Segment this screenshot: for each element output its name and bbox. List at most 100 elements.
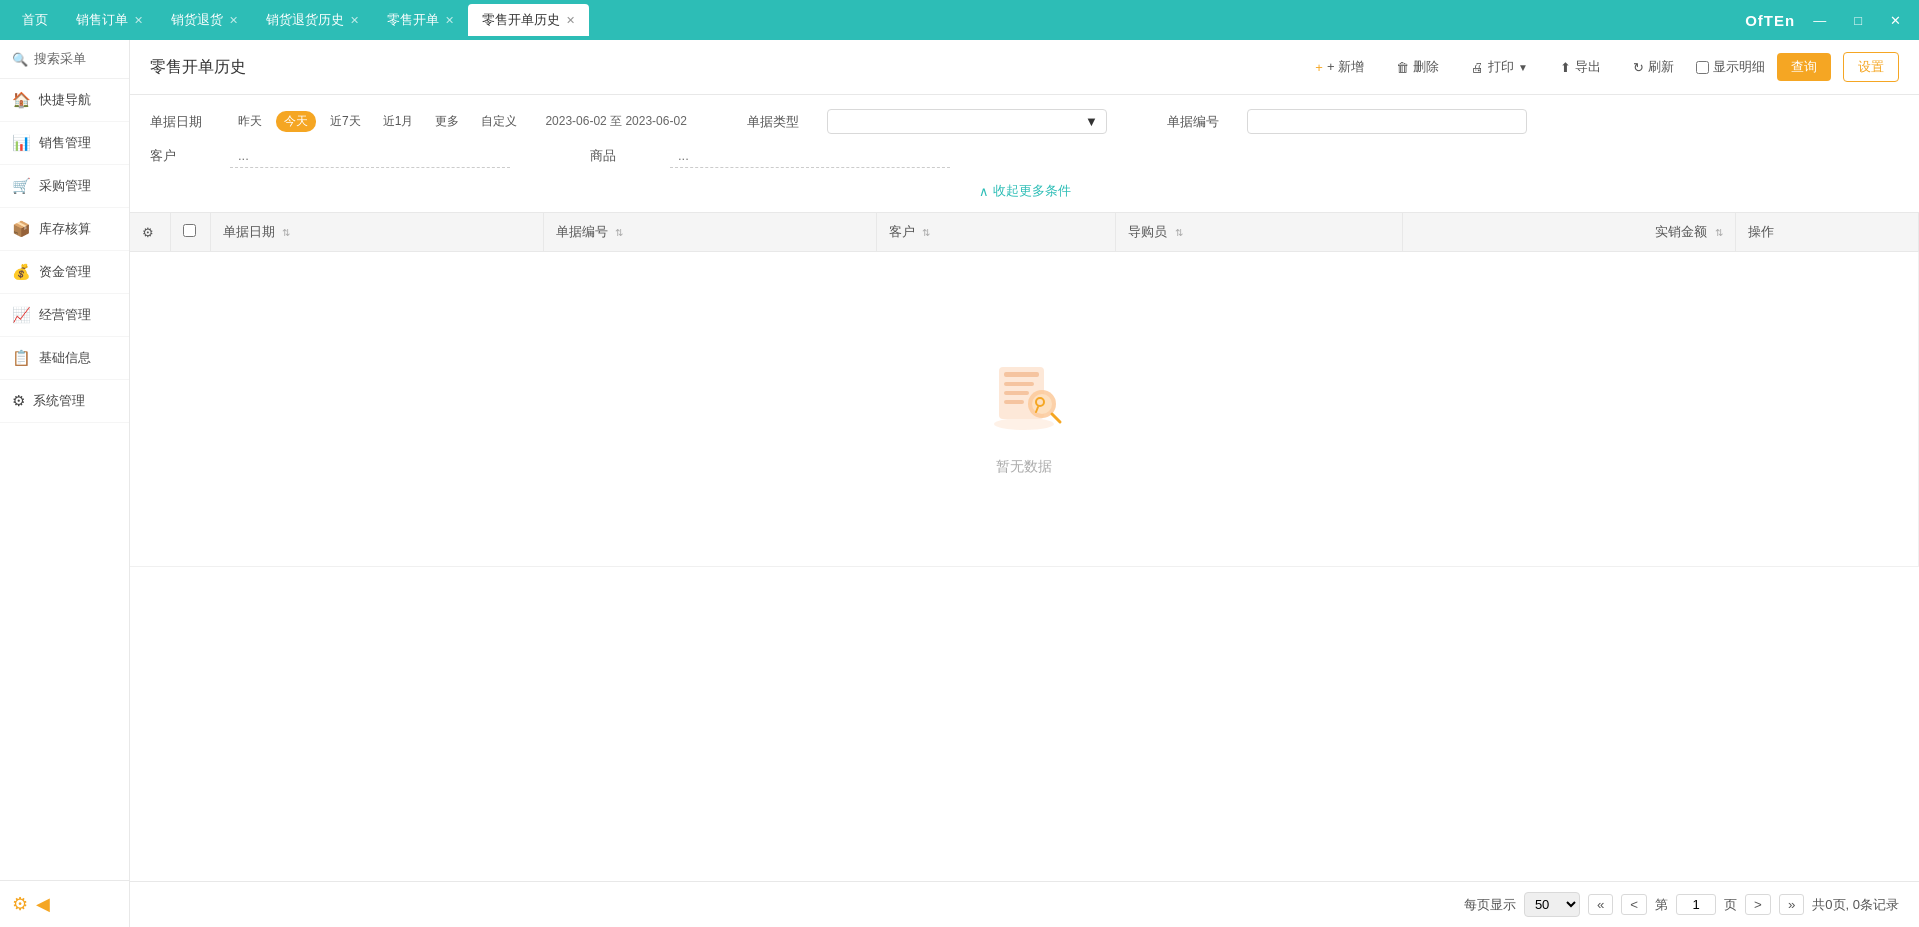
window-controls: OfTEn — □ ✕ bbox=[1745, 9, 1911, 32]
show-detail-checkbox-label: 显示明细 bbox=[1696, 58, 1765, 76]
page-input[interactable] bbox=[1676, 894, 1716, 915]
close-icon[interactable]: ✕ bbox=[445, 14, 454, 27]
maximize-button[interactable]: □ bbox=[1844, 9, 1872, 32]
th-customer-label: 客户 bbox=[889, 224, 915, 239]
sort-icon[interactable]: ⇅ bbox=[282, 227, 290, 238]
add-button-label: + 新增 bbox=[1327, 58, 1364, 76]
empty-state-cell: 暂无数据 bbox=[130, 252, 1919, 567]
svg-rect-2 bbox=[1004, 372, 1039, 377]
date-1month-btn[interactable]: 近1月 bbox=[375, 111, 422, 132]
basicinfo-icon: 📋 bbox=[12, 349, 31, 367]
show-detail-checkbox[interactable] bbox=[1696, 61, 1709, 74]
date-more-btn[interactable]: 更多 bbox=[427, 111, 467, 132]
print-icon: 🖨 bbox=[1471, 60, 1484, 75]
last-page-button[interactable]: » bbox=[1779, 894, 1804, 915]
customer-filter-input[interactable] bbox=[230, 144, 510, 168]
sidebar-search[interactable]: 🔍 搜索采单 bbox=[0, 40, 129, 79]
close-icon[interactable]: ✕ bbox=[229, 14, 238, 27]
page-size-select[interactable]: 10 20 50 100 bbox=[1524, 892, 1580, 917]
tab-sales-return[interactable]: 销货退货 ✕ bbox=[157, 4, 252, 36]
tab-retail-order[interactable]: 零售开单 ✕ bbox=[373, 4, 468, 36]
query-button[interactable]: 查询 bbox=[1777, 53, 1831, 81]
sidebar-item-sales[interactable]: 📊 销售管理 bbox=[0, 122, 129, 165]
close-icon[interactable]: ✕ bbox=[134, 14, 143, 27]
tab-retail-order-label: 零售开单 bbox=[387, 11, 439, 29]
tab-bar: 首页 销售订单 ✕ 销货退货 ✕ 销货退货历史 ✕ 零售开单 ✕ 零售开单历史 … bbox=[0, 0, 1919, 40]
tab-sales-return-label: 销货退货 bbox=[171, 11, 223, 29]
th-actions-label: 操作 bbox=[1748, 224, 1774, 239]
th-number-label: 单据编号 bbox=[556, 224, 608, 239]
type-filter-label: 单据类型 bbox=[747, 113, 807, 131]
goods-filter-input[interactable] bbox=[670, 144, 950, 168]
close-window-button[interactable]: ✕ bbox=[1880, 9, 1911, 32]
th-date-label: 单据日期 bbox=[223, 224, 275, 239]
settings-icon[interactable]: ⚙ bbox=[12, 893, 28, 915]
sidebar-item-label: 资金管理 bbox=[39, 263, 91, 281]
refresh-button[interactable]: ↻ 刷新 bbox=[1623, 54, 1684, 80]
refresh-icon: ↻ bbox=[1633, 60, 1644, 75]
page-goto-label: 第 bbox=[1655, 896, 1668, 914]
print-button[interactable]: 🖨 打印 ▼ bbox=[1461, 54, 1538, 80]
print-button-label: 打印 bbox=[1488, 58, 1514, 76]
collapse-sidebar-icon[interactable]: ◀ bbox=[36, 893, 50, 915]
collapse-filter-btn[interactable]: ∧ 收起更多条件 bbox=[150, 178, 1899, 204]
number-filter-input[interactable] bbox=[1247, 109, 1527, 134]
add-icon: + bbox=[1315, 60, 1323, 75]
sidebar-item-label: 基础信息 bbox=[39, 349, 91, 367]
select-all-checkbox[interactable] bbox=[183, 224, 196, 237]
svg-rect-5 bbox=[1004, 400, 1024, 404]
sort-icon[interactable]: ⇅ bbox=[615, 227, 623, 238]
tab-sales-order[interactable]: 销售订单 ✕ bbox=[62, 4, 157, 36]
delete-button[interactable]: 🗑 删除 bbox=[1386, 54, 1449, 80]
export-button[interactable]: ⬆ 导出 bbox=[1550, 54, 1611, 80]
sidebar-item-purchase[interactable]: 🛒 采购管理 bbox=[0, 165, 129, 208]
tab-homepage[interactable]: 首页 bbox=[8, 4, 62, 36]
th-date: 单据日期 ⇅ bbox=[210, 213, 543, 252]
sidebar-item-system[interactable]: ⚙ 系统管理 bbox=[0, 380, 129, 423]
sidebar-item-operations[interactable]: 📈 经营管理 bbox=[0, 294, 129, 337]
add-button[interactable]: + + 新增 bbox=[1305, 54, 1374, 80]
date-range-text: 2023-06-02 至 2023-06-02 bbox=[545, 113, 686, 130]
date-yesterday-btn[interactable]: 昨天 bbox=[230, 111, 270, 132]
prev-page-button[interactable]: < bbox=[1621, 894, 1647, 915]
operations-icon: 📈 bbox=[12, 306, 31, 324]
settings-button[interactable]: 设置 bbox=[1843, 52, 1899, 82]
sidebar-item-label: 采购管理 bbox=[39, 177, 91, 195]
home-icon: 🏠 bbox=[12, 91, 31, 109]
sidebar-item-label: 库存核算 bbox=[39, 220, 91, 238]
sidebar-item-label: 快捷导航 bbox=[39, 91, 91, 109]
sidebar: 🔍 搜索采单 🏠 快捷导航 📊 销售管理 🛒 采购管理 📦 库存核算 💰 资金管… bbox=[0, 40, 130, 927]
content-area: 零售开单历史 + + 新增 🗑 删除 🖨 打印 ▼ ⬆ 导出 bbox=[130, 40, 1919, 927]
close-icon[interactable]: ✕ bbox=[566, 14, 575, 27]
sort-icon[interactable]: ⇅ bbox=[1175, 227, 1183, 238]
close-icon[interactable]: ✕ bbox=[350, 14, 359, 27]
table-container: ⚙ 单据日期 ⇅ 单据编号 ⇅ bbox=[130, 213, 1919, 881]
svg-line-8 bbox=[1052, 414, 1060, 422]
sidebar-item-finance[interactable]: 💰 资金管理 bbox=[0, 251, 129, 294]
date-custom-btn[interactable]: 自定义 bbox=[473, 111, 525, 132]
chevron-down-icon: ▼ bbox=[1085, 114, 1098, 129]
minimize-button[interactable]: — bbox=[1803, 9, 1836, 32]
date-7days-btn[interactable]: 近7天 bbox=[322, 111, 369, 132]
date-today-btn[interactable]: 今天 bbox=[276, 111, 316, 132]
settings-icon[interactable]: ⚙ bbox=[142, 225, 154, 240]
filter-row-1: 单据日期 昨天 今天 近7天 近1月 更多 自定义 2023-06-02 至 2… bbox=[150, 109, 1899, 134]
th-guide-label: 导购员 bbox=[1128, 224, 1167, 239]
next-page-button[interactable]: > bbox=[1745, 894, 1771, 915]
sort-icon[interactable]: ⇅ bbox=[922, 227, 930, 238]
first-page-button[interactable]: « bbox=[1588, 894, 1613, 915]
table-body: 暂无数据 bbox=[130, 252, 1919, 567]
brand-label: OfTEn bbox=[1745, 12, 1795, 29]
show-detail-label: 显示明细 bbox=[1713, 58, 1765, 76]
sort-icon[interactable]: ⇅ bbox=[1715, 227, 1723, 238]
tab-sales-return-history[interactable]: 销货退货历史 ✕ bbox=[252, 4, 373, 36]
sidebar-item-basic-info[interactable]: 📋 基础信息 bbox=[0, 337, 129, 380]
type-filter-select[interactable]: ▼ bbox=[827, 109, 1107, 134]
sidebar-item-quick-nav[interactable]: 🏠 快捷导航 bbox=[0, 79, 129, 122]
total-info: 共0页, 0条记录 bbox=[1812, 896, 1899, 914]
sidebar-item-inventory[interactable]: 📦 库存核算 bbox=[0, 208, 129, 251]
sales-icon: 📊 bbox=[12, 134, 31, 152]
inventory-icon: 📦 bbox=[12, 220, 31, 238]
tab-retail-order-history[interactable]: 零售开单历史 ✕ bbox=[468, 4, 589, 36]
search-icon: 🔍 bbox=[12, 52, 28, 67]
